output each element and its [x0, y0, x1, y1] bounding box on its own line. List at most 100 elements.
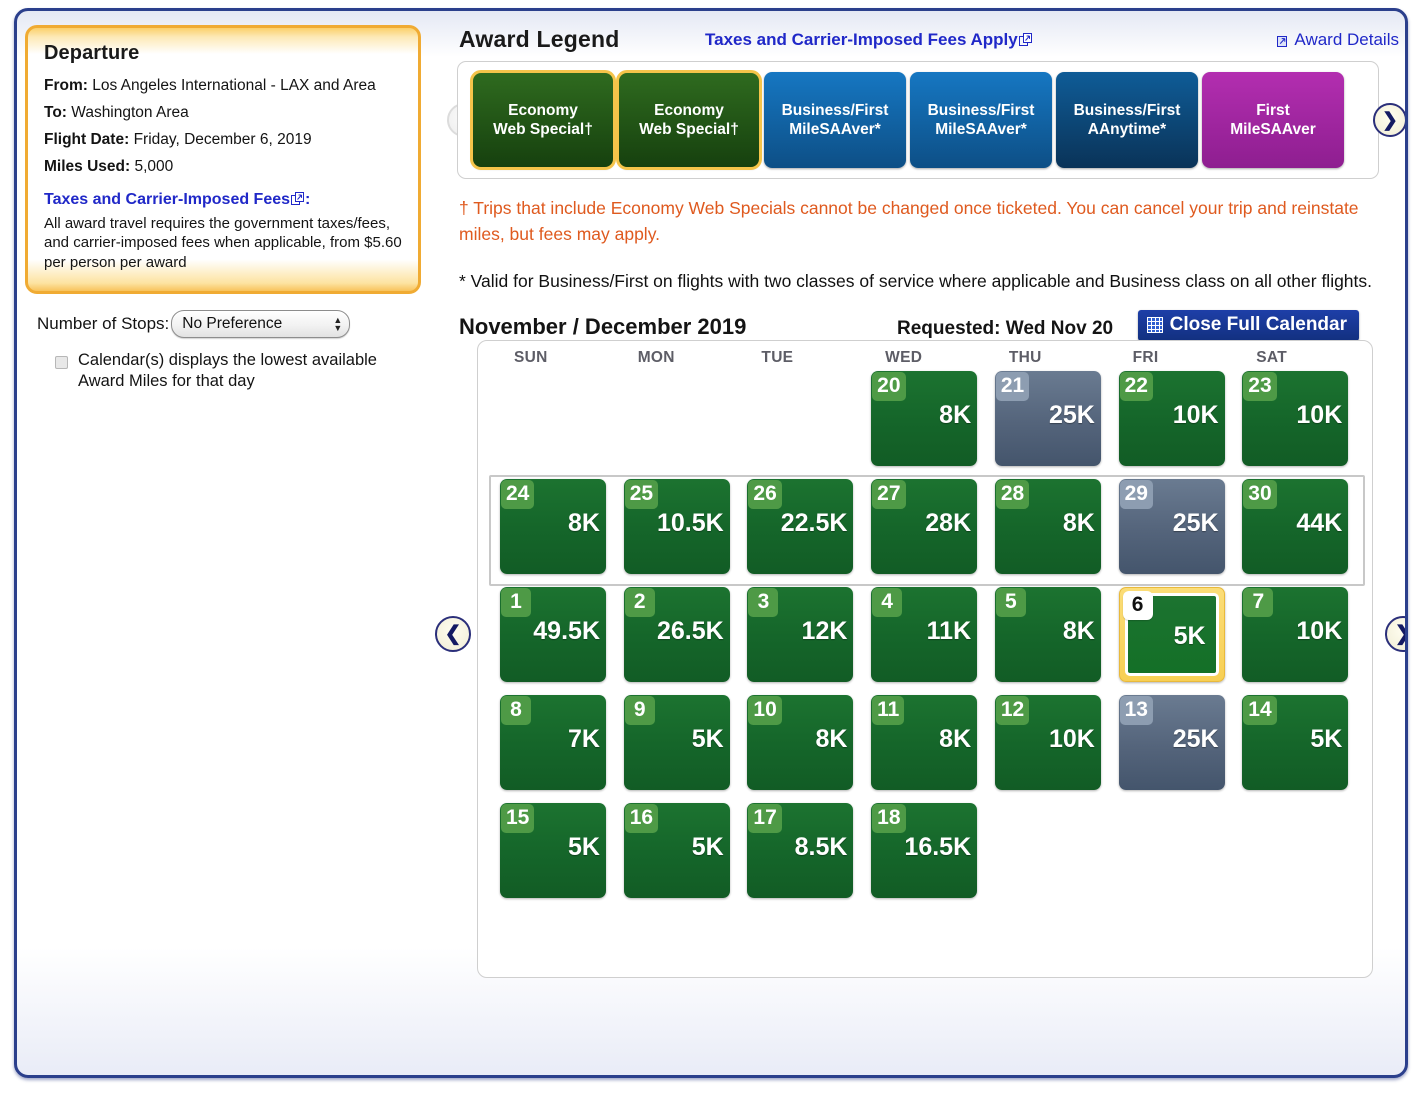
day-award-miles: 44K [1242, 509, 1342, 538]
close-full-calendar-button[interactable]: Close Full Calendar [1138, 310, 1359, 341]
calendar-day-tile-24[interactable]: 248K [500, 479, 606, 574]
day-award-miles: 8K [500, 509, 600, 538]
number-of-stops-select[interactable]: No Preference ▲▼ [171, 310, 350, 338]
legend-card-line1: First [1230, 101, 1316, 120]
departure-flight-date-row: Flight Date: Friday, December 6, 2019 [44, 130, 404, 150]
calendar-day-tile-1[interactable]: 149.5K [500, 587, 606, 682]
calendar-day-tile-14[interactable]: 145K [1242, 695, 1348, 790]
calendar-week-row: 149.5K226.5K312K411K58K5K6710K [492, 587, 1358, 690]
day-number: 25 [625, 480, 658, 509]
legend-card-line1: Business/First [1074, 101, 1181, 120]
calendar-cell: 149.5K [492, 587, 616, 690]
number-of-stops-label: Number of Stops: [37, 314, 169, 334]
fees-description: All award travel requires the government… [44, 214, 404, 273]
chevron-right-icon: ❯ [1395, 621, 1408, 646]
legend-card-2[interactable]: Business/FirstMileSAAver* [764, 72, 906, 168]
legend-next-button[interactable]: ❯ [1373, 103, 1407, 137]
calendar-cell: 165K [616, 803, 740, 906]
calendar-day-tile-26[interactable]: 2622.5K [747, 479, 853, 574]
calendar-day-tile-2[interactable]: 226.5K [624, 587, 730, 682]
calendar-month-title: November / December 2019 [459, 314, 746, 340]
legend-card-line1: Economy [493, 101, 593, 120]
calendar-day-tile-17[interactable]: 178.5K [747, 803, 853, 898]
calendar-day-tile-28[interactable]: 288K [995, 479, 1101, 574]
stepper-arrows-icon: ▲▼ [333, 316, 342, 332]
calendar-cell [1234, 803, 1358, 906]
legend-card-label: FirstMileSAAver [1230, 101, 1316, 140]
calendar-day-tile-5[interactable]: 58K [995, 587, 1101, 682]
calendar-day-tile-9[interactable]: 95K [624, 695, 730, 790]
grid-icon [1147, 317, 1163, 333]
award-legend-title: Award Legend [459, 26, 619, 53]
calendar-cell: 178.5K [739, 803, 863, 906]
legend-card-line2: MileSAAver* [928, 120, 1035, 139]
calendar-day-tile-30[interactable]: 3044K [1242, 479, 1348, 574]
day-award-miles: 25K [1119, 509, 1219, 538]
calendar-cell: 2510.5K [616, 479, 740, 582]
calendar-day-tile-21[interactable]: 2125K [995, 371, 1101, 466]
day-number: 6 [1123, 591, 1153, 620]
day-award-miles: 10K [1242, 617, 1342, 646]
calendar-week-row: 87K95K108K118K1210K1325K145K [492, 695, 1358, 798]
calendar-cell: 2210K [1111, 371, 1235, 474]
to-value: Washington Area [71, 104, 188, 121]
departure-miles-row: Miles Used: 5,000 [44, 157, 404, 177]
calendar-day-tile-6[interactable]: 5K6 [1119, 587, 1225, 682]
calendar-cell: 1325K [1111, 695, 1235, 798]
day-number: 8 [501, 696, 531, 725]
day-award-miles: 25K [995, 401, 1095, 430]
legend-card-4[interactable]: Business/FirstAAnytime* [1056, 72, 1198, 168]
calendar-day-tile-4[interactable]: 411K [871, 587, 977, 682]
award-details-link[interactable]: Award Details [1276, 30, 1399, 50]
calendar-cell: 2622.5K [739, 479, 863, 582]
dow-sun: SUN [492, 349, 616, 367]
calendar-day-tile-11[interactable]: 118K [871, 695, 977, 790]
calendar-cell: 108K [739, 695, 863, 798]
legend-card-0[interactable]: EconomyWeb Special† [472, 72, 614, 168]
calendar-day-tile-22[interactable]: 2210K [1119, 371, 1225, 466]
calendar-cell: 87K [492, 695, 616, 798]
day-number: 30 [1243, 480, 1276, 509]
day-number: 5 [996, 588, 1026, 617]
day-number: 21 [996, 372, 1029, 401]
calendar-day-tile-10[interactable]: 108K [747, 695, 853, 790]
calendar-day-tile-29[interactable]: 2925K [1119, 479, 1225, 574]
calendar-day-tile-27[interactable]: 2728K [871, 479, 977, 574]
dow-wed: WED [863, 349, 987, 367]
calendar-day-tile-8[interactable]: 87K [500, 695, 606, 790]
taxes-and-fees-apply-link[interactable]: Taxes and Carrier-Imposed Fees Apply [705, 30, 1033, 50]
calendar-day-tile-13[interactable]: 1325K [1119, 695, 1225, 790]
calendar-day-tile-25[interactable]: 2510.5K [624, 479, 730, 574]
calendar-day-tile-7[interactable]: 710K [1242, 587, 1348, 682]
taxes-and-fees-link-label[interactable]: Taxes and Carrier-Imposed Fees [44, 191, 290, 208]
day-number: 3 [748, 588, 778, 617]
calendar-day-tile-18[interactable]: 1816.5K [871, 803, 977, 898]
calendar-day-tile-20[interactable]: 208K [871, 371, 977, 466]
calendar-cell: 1816.5K [863, 803, 987, 906]
close-full-calendar-label: Close Full Calendar [1170, 314, 1347, 336]
legend-card-line2: Web Special† [639, 120, 739, 139]
dow-sat: SAT [1234, 349, 1358, 367]
calendar-day-tile-3[interactable]: 312K [747, 587, 853, 682]
external-link-icon [291, 191, 304, 204]
calendar-cell: 312K [739, 587, 863, 690]
legend-card-5[interactable]: FirstMileSAAver [1202, 72, 1344, 168]
calendar-prev-button[interactable]: ❮ [435, 616, 471, 652]
calendar-day-tile-16[interactable]: 165K [624, 803, 730, 898]
day-number: 9 [625, 696, 655, 725]
calendar-grid-panel: SUNMONTUEWEDTHUFRISAT 208K2125K2210K2310… [477, 340, 1373, 978]
footnote-asterisk: * Valid for Business/First on flights wi… [459, 268, 1401, 294]
legend-card-line2: Web Special† [493, 120, 593, 139]
calendar-day-tile-23[interactable]: 2310K [1242, 371, 1348, 466]
legend-card-1[interactable]: EconomyWeb Special† [618, 72, 760, 168]
taxes-and-fees-link[interactable]: Taxes and Carrier-Imposed Fees: [44, 190, 404, 210]
number-of-stops-row: Number of Stops: No Preference ▲▼ [37, 310, 429, 338]
day-number: 18 [872, 804, 905, 833]
calendar-cell: 2728K [863, 479, 987, 582]
legend-card-3[interactable]: Business/FirstMileSAAver* [910, 72, 1052, 168]
calendar-day-tile-15[interactable]: 155K [500, 803, 606, 898]
legend-card-line2: MileSAAver* [782, 120, 889, 139]
calendar-day-tile-12[interactable]: 1210K [995, 695, 1101, 790]
full-calendar: November / December 2019 Requested: Wed … [447, 316, 1407, 346]
calendar-next-button[interactable]: ❯ [1385, 616, 1408, 652]
